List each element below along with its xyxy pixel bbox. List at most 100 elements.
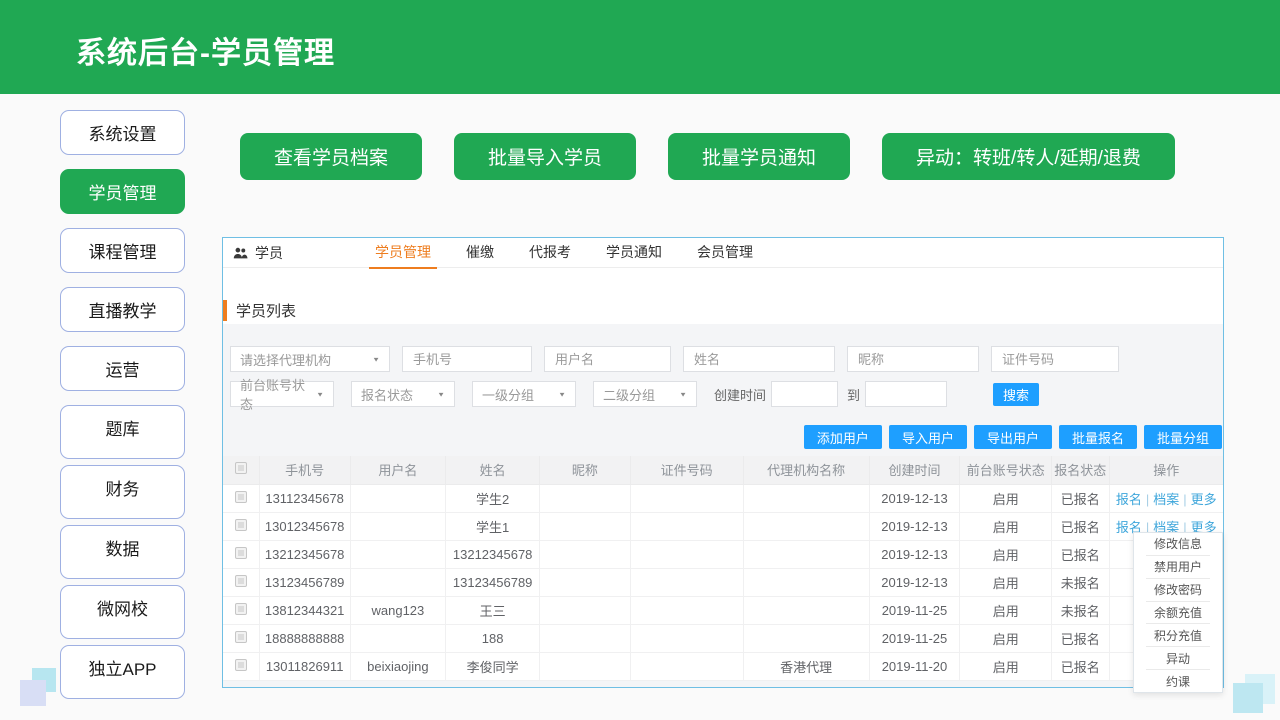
tab-member-management[interactable]: 会员管理 (693, 238, 757, 268)
student-panel: 学员 学员管理催缴代报考学员通知会员管理 学员列表 请选择代理机构▼ 前台账号状… (222, 237, 1224, 688)
table-cell: 启用 (960, 652, 1052, 680)
chevron-down-icon: ▼ (437, 390, 445, 397)
agency-select-select[interactable]: 请选择代理机构▼ (230, 346, 390, 372)
nickname-input[interactable] (847, 346, 979, 372)
export-user-button[interactable]: 导出用户 (974, 425, 1052, 449)
dropdown-item-change[interactable]: 异动 (1146, 646, 1210, 669)
signup-status-select[interactable]: 报名状态▼ (351, 381, 455, 407)
row-checkbox-cell (223, 540, 259, 568)
change-operations-button[interactable]: 异动：转班/转人/延期/退费 (882, 133, 1175, 180)
table-row: 13011826911beixiaojing李俊同学香港代理2019-11-20… (223, 652, 1223, 680)
row-link-more[interactable]: 更多 (1191, 492, 1217, 507)
table-cell: 2019-12-13 (869, 568, 960, 596)
row-checkbox[interactable] (235, 491, 247, 503)
batch-import-students-button[interactable]: 批量导入学员 (454, 133, 636, 180)
id-number-input[interactable] (991, 346, 1119, 372)
sidebar-item-question-bank[interactable]: 题库 (60, 405, 185, 459)
date-from-input[interactable] (771, 381, 838, 407)
tab-student-management[interactable]: 学员管理 (371, 238, 435, 268)
dropdown-item-edit-info[interactable]: 修改信息 (1146, 533, 1210, 555)
table-cell: 王三 (446, 596, 540, 624)
batch-student-notice-button[interactable]: 批量学员通知 (668, 133, 850, 180)
table-cell (630, 652, 743, 680)
signup-status-cell: 已报名 (1052, 624, 1109, 652)
signup-status-cell: 已报名 (1052, 512, 1109, 540)
column-header: 用户名 (350, 456, 446, 484)
row-checkbox-cell (223, 484, 259, 512)
sidebar-item-finance[interactable]: 财务 (60, 465, 185, 519)
group-level1-select[interactable]: 一级分组▼ (472, 381, 576, 407)
table-cell: 启用 (960, 484, 1052, 512)
dropdown-item-book-lesson[interactable]: 约课 (1146, 669, 1210, 692)
table-cell: 2019-12-13 (869, 540, 960, 568)
sidebar-item-course-management[interactable]: 课程管理 (60, 228, 185, 273)
agency-select-select-value: 请选择代理机构 (240, 350, 331, 369)
quick-actions: 查看学员档案批量导入学员批量学员通知异动：转班/转人/延期/退费 (240, 133, 1175, 180)
phone-input[interactable] (402, 346, 532, 372)
tab-student-notice[interactable]: 学员通知 (602, 238, 666, 268)
table-cell (743, 484, 869, 512)
account-status-select-value: 前台账号状态 (240, 375, 316, 413)
select-all-checkbox[interactable] (235, 462, 247, 474)
sidebar-item-student-management[interactable]: 学员管理 (60, 169, 185, 214)
row-checkbox[interactable] (235, 631, 247, 643)
sidebar-item-micro-school[interactable]: 微网校 (60, 585, 185, 639)
sidebar-item-operations[interactable]: 运营 (60, 346, 185, 391)
row-link-signup[interactable]: 报名 (1116, 492, 1142, 507)
table-row: 13212345678132123456782019-12-13启用已报名 (223, 540, 1223, 568)
table-row: 13112345678学生22019-12-13启用已报名报名|档案|更多 (223, 484, 1223, 512)
column-header: 代理机构名称 (743, 456, 869, 484)
sidebar-item-system-settings[interactable]: 系统设置 (60, 110, 185, 155)
group-level1-select-value: 一级分组 (482, 385, 534, 404)
sidebar-item-data[interactable]: 数据 (60, 525, 185, 579)
account-status-select[interactable]: 前台账号状态▼ (230, 381, 334, 407)
group-level2-select[interactable]: 二级分组▼ (593, 381, 697, 407)
table-cell (630, 624, 743, 652)
row-checkbox[interactable] (235, 603, 247, 615)
search-button[interactable]: 搜索 (993, 383, 1039, 406)
tab-proxy-exam[interactable]: 代报考 (525, 238, 575, 268)
table-cell (350, 540, 446, 568)
table-cell: wang123 (350, 596, 446, 624)
created-date-label: 创建时间 (714, 385, 766, 404)
table-cell: 13112345678 (259, 484, 350, 512)
batch-group-button[interactable]: 批量分组 (1144, 425, 1222, 449)
table-cell (350, 568, 446, 596)
sidebar-item-live-teaching[interactable]: 直播教学 (60, 287, 185, 332)
table-cell (540, 512, 631, 540)
tab-payment-reminder[interactable]: 催缴 (462, 238, 498, 268)
view-student-archive-button[interactable]: 查看学员档案 (240, 133, 422, 180)
add-user-button[interactable]: 添加用户 (804, 425, 882, 449)
sidebar-item-standalone-app[interactable]: 独立APP (60, 645, 185, 699)
table-cell (630, 568, 743, 596)
column-header: 前台账号状态 (960, 456, 1052, 484)
row-checkbox[interactable] (235, 547, 247, 559)
row-checkbox[interactable] (235, 519, 247, 531)
column-header: 手机号 (259, 456, 350, 484)
table-cell (743, 624, 869, 652)
page-title: 系统后台-学员管理 (76, 28, 335, 72)
row-checkbox[interactable] (235, 659, 247, 671)
row-checkbox-cell (223, 568, 259, 596)
row-checkbox-cell (223, 512, 259, 540)
table-cell (743, 596, 869, 624)
dropdown-item-balance-recharge[interactable]: 余额充值 (1146, 601, 1210, 624)
dropdown-item-disable-user[interactable]: 禁用用户 (1146, 555, 1210, 578)
date-to-input[interactable] (865, 381, 947, 407)
table-cell (743, 540, 869, 568)
section-title: 学员列表 (223, 300, 1223, 321)
name-input[interactable] (683, 346, 835, 372)
row-checkbox[interactable] (235, 575, 247, 587)
import-user-button[interactable]: 导入用户 (889, 425, 967, 449)
table-cell (350, 624, 446, 652)
column-header: 昵称 (540, 456, 631, 484)
table-cell: 13011826911 (259, 652, 350, 680)
table-cell (540, 624, 631, 652)
table-cell (540, 484, 631, 512)
dropdown-item-points-recharge[interactable]: 积分充值 (1146, 623, 1210, 646)
dropdown-item-change-password[interactable]: 修改密码 (1146, 578, 1210, 601)
row-checkbox-cell (223, 596, 259, 624)
username-input[interactable] (544, 346, 671, 372)
row-link-archive[interactable]: 档案 (1153, 492, 1179, 507)
batch-signup-button[interactable]: 批量报名 (1059, 425, 1137, 449)
